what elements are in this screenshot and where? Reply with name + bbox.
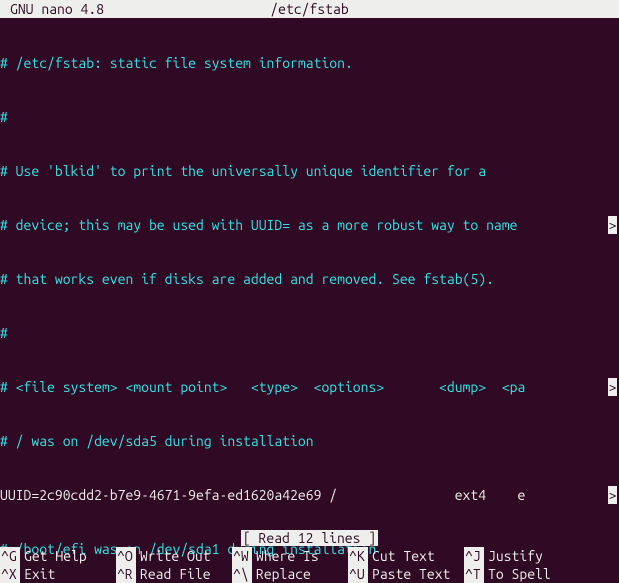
shortcut-write-out[interactable]: ^OWrite Out: [116, 547, 232, 565]
overflow-indicator: >: [608, 216, 617, 234]
shortcut-replace[interactable]: ^\Replace: [232, 565, 348, 583]
shortcut-label: Get Help: [20, 547, 87, 565]
status-message: [ Read 12 lines ]: [241, 530, 378, 546]
shortcut-label: Justify: [484, 547, 543, 565]
key-label: ^\: [232, 565, 252, 583]
key-label: ^R: [116, 565, 136, 583]
file-line: #: [0, 109, 8, 125]
shortcut-exit[interactable]: ^XExit: [0, 565, 116, 583]
shortcut-label: Exit: [20, 565, 55, 583]
file-line: # /etc/fstab: static file system informa…: [0, 55, 353, 71]
key-label: ^W: [232, 547, 252, 565]
key-label: ^G: [0, 547, 20, 565]
key-label: ^T: [464, 565, 484, 583]
shortcut-label: Read File: [136, 565, 211, 583]
shortcut-help: ^GGet Help ^OWrite Out ^WWhere Is ^KCut …: [0, 547, 619, 583]
key-label: ^X: [0, 565, 20, 583]
shortcut-row: ^GGet Help ^OWrite Out ^WWhere Is ^KCut …: [0, 547, 619, 565]
shortcut-to-spell[interactable]: ^TTo Spell: [464, 565, 580, 583]
status-bar: [ Read 12 lines ]: [0, 529, 619, 547]
file-line: #: [0, 325, 8, 341]
file-line: UUID=2c90cdd2-b7e9-4671-9efa-ed1620a42e6…: [0, 487, 525, 503]
file-line: # / was on /dev/sda5 during installation: [0, 433, 314, 449]
key-label: ^J: [464, 547, 484, 565]
nano-editor-screen: GNU nano 4.8 /etc/fstab # /etc/fstab: st…: [0, 0, 619, 583]
file-line: # that works even if disks are added and…: [0, 271, 494, 287]
editor-footer: [ Read 12 lines ] ^GGet Help ^OWrite Out…: [0, 529, 619, 583]
shortcut-label: Cut Text: [368, 547, 435, 565]
shortcut-justify[interactable]: ^JJustify: [464, 547, 580, 565]
shortcut-paste-text[interactable]: ^UPaste Text: [348, 565, 464, 583]
file-line: # device; this may be used with UUID= as…: [0, 217, 525, 233]
titlebar: GNU nano 4.8 /etc/fstab: [0, 0, 619, 18]
key-label: ^U: [348, 565, 368, 583]
shortcut-cut-text[interactable]: ^KCut Text: [348, 547, 464, 565]
file-name: /etc/fstab: [0, 0, 619, 18]
shortcut-label: Write Out: [136, 547, 211, 565]
shortcut-where-is[interactable]: ^WWhere Is: [232, 547, 348, 565]
shortcut-label: Where Is: [252, 547, 319, 565]
editor-content[interactable]: # /etc/fstab: static file system informa…: [0, 18, 619, 583]
shortcut-get-help[interactable]: ^GGet Help: [0, 547, 116, 565]
overflow-indicator: >: [608, 486, 617, 504]
shortcut-label: Paste Text: [368, 565, 450, 583]
shortcut-read-file[interactable]: ^RRead File: [116, 565, 232, 583]
shortcut-label: To Spell: [484, 565, 551, 583]
overflow-indicator: >: [608, 378, 617, 396]
shortcut-row: ^XExit ^RRead File ^\Replace ^UPaste Tex…: [0, 565, 619, 583]
file-line: # Use 'blkid' to print the universally u…: [0, 163, 486, 179]
key-label: ^O: [116, 547, 136, 565]
shortcut-label: Replace: [252, 565, 311, 583]
key-label: ^K: [348, 547, 368, 565]
file-line: # <file system> <mount point> <type> <op…: [0, 379, 525, 395]
